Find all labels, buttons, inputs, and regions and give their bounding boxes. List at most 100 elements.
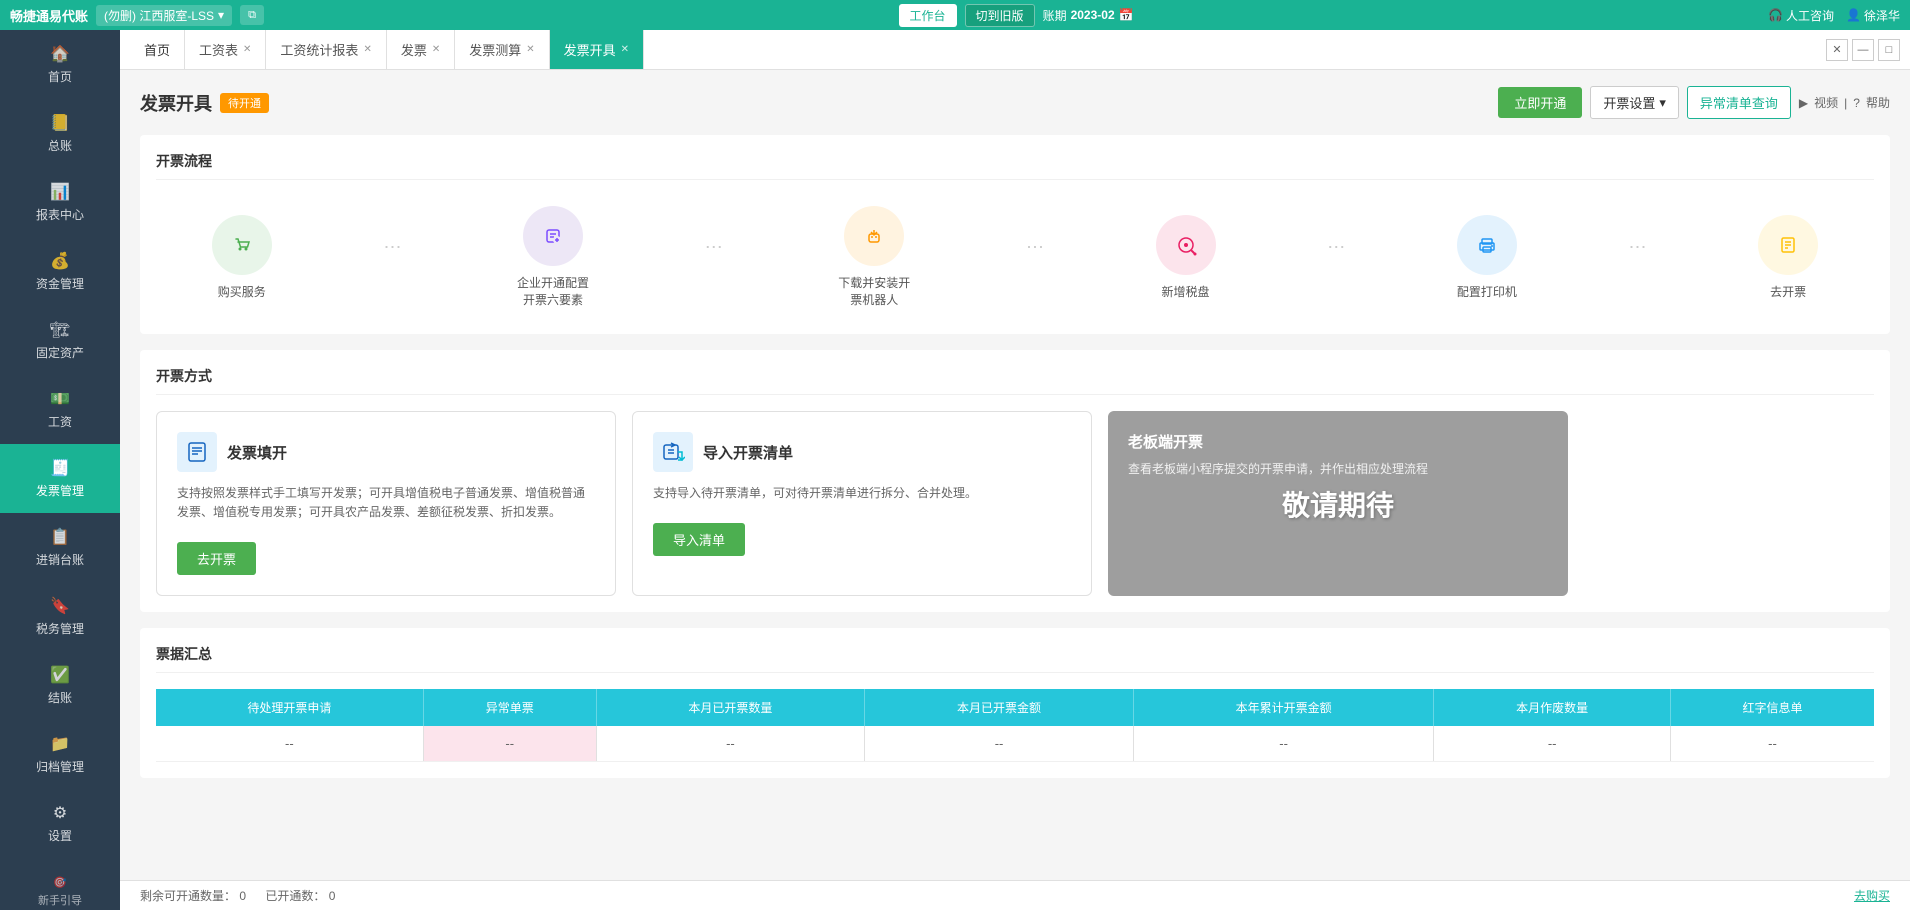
process-flow-section: 开票流程 购买服务 ⋯: [140, 135, 1890, 334]
summary-val-year-amount: --: [1133, 726, 1434, 762]
close-tab-action[interactable]: ✕: [1826, 39, 1848, 61]
go-open-invoice-button[interactable]: 去开票: [177, 542, 256, 575]
sidebar-item-fixed-assets[interactable]: 🏗 固定资产: [0, 306, 120, 375]
printer-config-icon: [1457, 215, 1517, 275]
page-header-actions: 立即开通 开票设置 ▾ 异常清单查询 ▶ 视频 | ? 帮助: [1498, 86, 1890, 119]
sidebar-item-purchase-sale[interactable]: 📋 进销台账: [0, 513, 120, 582]
guide-icon: 🎯: [53, 876, 67, 889]
calendar-icon[interactable]: 📅: [1119, 8, 1134, 22]
process-step-printer: 配置打印机: [1457, 215, 1517, 300]
sidebar-item-label: 工资: [48, 413, 72, 430]
process-flow-title: 开票流程: [156, 151, 1874, 180]
workspace-button[interactable]: 工作台: [899, 4, 957, 27]
purchase-sale-icon: 📋: [50, 527, 70, 547]
opened-value: 0: [329, 889, 336, 903]
manual-invoice-icon: [177, 432, 217, 472]
coming-soon-text: 敬请期待: [1282, 484, 1394, 524]
home-icon: 🏠: [50, 44, 70, 64]
sidebar-item-label: 首页: [48, 68, 72, 85]
old-platform-title: 老板端开票: [1128, 431, 1548, 452]
remaining-value: 0: [239, 889, 246, 903]
sidebar-item-new-guide[interactable]: 🎯 新手引导: [10, 868, 110, 910]
tab-close-payroll-stats[interactable]: ✕: [363, 44, 371, 55]
summary-title: 票据汇总: [156, 644, 1874, 673]
summary-col-year-amount: 本年累计开票金额: [1133, 689, 1434, 726]
min-tab-action[interactable]: —: [1852, 39, 1874, 61]
process-flow: 购买服务 ⋯: [156, 196, 1874, 318]
sidebar-item-tax-mgmt[interactable]: 🔖 税务管理: [0, 582, 120, 651]
sidebar-item-label: 报表中心: [36, 206, 84, 223]
company-selector[interactable]: (勿删) 江西服室-LSS ▾: [96, 5, 232, 26]
process-step-taxdisk: 新增税盘: [1156, 215, 1216, 300]
top-bar: 畅捷通易代账 (勿删) 江西服室-LSS ▾ ⧉ 工作台 切到旧版 账期 202…: [0, 0, 1910, 30]
process-step-config: 企业开通配置开票六要素: [513, 206, 593, 308]
sidebar-item-home[interactable]: 🏠 首页: [0, 30, 120, 99]
switch-old-button[interactable]: 切到旧版: [965, 4, 1035, 27]
sidebar-item-general-ledger[interactable]: 📒 总账: [0, 99, 120, 168]
import-invoice-card: 导入开票清单 支持导入待开票清单，可对待开票清单进行拆分、合并处理。 导入清单: [632, 411, 1092, 596]
invoice-methods-section: 开票方式: [140, 350, 1890, 612]
sidebar-item-label: 进销台账: [36, 551, 84, 568]
import-card-header: 导入开票清单: [653, 432, 1071, 472]
page-title-area: 发票开具 待开通: [140, 90, 269, 116]
sidebar-item-label: 归档管理: [36, 758, 84, 775]
help-consultation[interactable]: 🎧 人工咨询: [1768, 7, 1834, 24]
arrow-1: ⋯: [383, 237, 401, 258]
status-badge: 待开通: [220, 93, 269, 113]
sidebar-item-report-center[interactable]: 📊 报表中心: [0, 168, 120, 237]
sidebar-item-settlement[interactable]: ✅ 结账: [0, 651, 120, 720]
manual-card-desc: 支持按照发票样式手工填写开发票；可开具增值税电子普通发票、增值税普通发票、增值税…: [177, 484, 595, 522]
sidebar-item-invoice-mgmt[interactable]: 🧾 发票管理: [0, 444, 120, 513]
tab-close-invoice-tool[interactable]: ✕: [621, 44, 629, 55]
help-icon: ?: [1853, 96, 1860, 110]
tab-close-payroll[interactable]: ✕: [243, 44, 251, 55]
summary-col-month-amount: 本月已开票金额: [865, 689, 1134, 726]
process-label-open-invoice: 去开票: [1770, 283, 1806, 300]
import-list-button[interactable]: 导入清单: [653, 523, 745, 556]
tab-close-invoice[interactable]: ✕: [432, 44, 440, 55]
old-platform-card: 老板端开票 查看老板端小程序提交的开票申请，并作出相应处理流程 敬请期待: [1108, 411, 1568, 596]
tab-close-invoice-calc[interactable]: ✕: [526, 44, 534, 55]
manual-card-header: 发票填开: [177, 432, 595, 472]
summary-val-pending: --: [156, 726, 423, 762]
page-title: 发票开具: [140, 90, 212, 116]
page-content: 发票开具 待开通 立即开通 开票设置 ▾ 异常清单查询 ▶ 视频 | ?: [120, 70, 1910, 880]
video-icon: ▶: [1799, 96, 1808, 110]
sidebar-item-archive-mgmt[interactable]: 📁 归档管理: [0, 720, 120, 789]
open-now-button[interactable]: 立即开通: [1498, 87, 1582, 118]
tab-invoice[interactable]: 发票 ✕: [387, 30, 455, 69]
max-tab-action[interactable]: □: [1878, 39, 1900, 61]
sidebar-item-settings[interactable]: ⚙ 设置: [0, 789, 120, 858]
settlement-icon: ✅: [50, 665, 70, 685]
go-buy-link[interactable]: 去购买: [1854, 887, 1890, 904]
arrow-5: ⋯: [1628, 237, 1646, 258]
tab-home[interactable]: 首页: [130, 30, 185, 69]
sidebar-item-label: 税务管理: [36, 620, 84, 637]
summary-table: 待处理开票申请 异常单票 本月已开票数量 本月已开票金额 本年累计开票金额 本月…: [156, 689, 1874, 762]
sidebar-item-payroll[interactable]: 💵 工资: [0, 375, 120, 444]
download-robot-icon: [844, 206, 904, 266]
help-area: ▶ 视频 | ? 帮助: [1799, 94, 1890, 111]
summary-col-month-count: 本月已开票数量: [596, 689, 865, 726]
user-avatar[interactable]: 👤 徐泽华: [1846, 7, 1900, 24]
headset-icon: 🎧: [1768, 8, 1783, 22]
settings-icon: ⚙: [53, 803, 67, 823]
summary-val-month-count: --: [596, 726, 865, 762]
manual-card-title: 发票填开: [227, 442, 287, 463]
abnormal-query-button[interactable]: 异常清单查询: [1687, 86, 1791, 119]
process-step-open-invoice: 去开票: [1758, 215, 1818, 300]
tab-payroll-stats[interactable]: 工资统计报表 ✕: [266, 30, 386, 69]
top-bar-center: 工作台 切到旧版 账期 2023-02 📅: [899, 4, 1134, 27]
config-enterprise-icon: [523, 206, 583, 266]
tab-invoice-calc[interactable]: 发票测算 ✕: [455, 30, 549, 69]
tab-payroll[interactable]: 工资表 ✕: [185, 30, 266, 69]
arrow-4: ⋯: [1327, 237, 1345, 258]
invoice-methods: 发票填开 支持按照发票样式手工填写开发票；可开具增值税电子普通发票、增值税普通发…: [156, 411, 1874, 596]
tab-invoice-tool[interactable]: 发票开具 ✕: [550, 30, 644, 69]
sidebar-item-fund-mgmt[interactable]: 💰 资金管理: [0, 237, 120, 306]
open-settings-button[interactable]: 开票设置 ▾: [1590, 86, 1679, 119]
copy-icon[interactable]: ⧉: [240, 5, 264, 25]
sidebar-item-label: 结账: [48, 689, 72, 706]
sidebar-item-label: 总账: [48, 137, 72, 154]
arrow-3: ⋯: [1026, 237, 1044, 258]
